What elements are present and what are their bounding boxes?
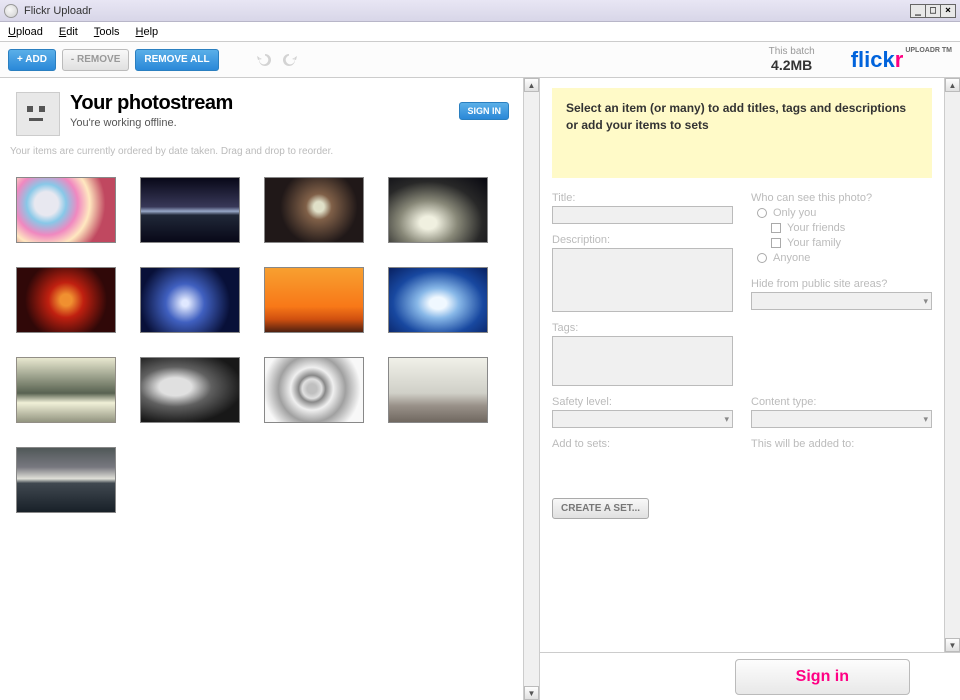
right-scrollbar[interactable]: ▲ ▼ <box>944 78 960 652</box>
thumbnail[interactable] <box>264 357 364 423</box>
tags-label: Tags: <box>552 322 733 334</box>
left-panel: Your photostream You're working offline.… <box>0 78 540 700</box>
scroll-down-icon[interactable]: ▼ <box>945 638 960 652</box>
photostream-title: Your photostream <box>70 92 233 115</box>
window-controls: _ □ × <box>911 4 956 18</box>
thumbnail[interactable] <box>388 267 488 333</box>
add-button[interactable]: + ADD <box>8 49 56 71</box>
thumbnail[interactable] <box>264 267 364 333</box>
privacy-friends[interactable]: Your friends <box>757 222 932 234</box>
hide-select[interactable] <box>751 292 932 310</box>
flickr-logo: flickrUPLOADR TM <box>851 47 952 73</box>
menu-upload[interactable]: Upload <box>8 26 43 38</box>
thumbnail[interactable] <box>140 357 240 423</box>
scroll-up-icon[interactable]: ▲ <box>524 78 539 92</box>
titlebar: Flickr Uploadr _ □ × <box>0 0 960 22</box>
menu-tools[interactable]: Tools <box>94 26 120 38</box>
remove-all-button[interactable]: REMOVE ALL <box>135 49 218 71</box>
safety-select[interactable] <box>552 410 733 428</box>
signin-button[interactable]: Sign in <box>735 659 910 695</box>
tags-input[interactable] <box>552 336 733 386</box>
menubar: Upload Edit Tools Help <box>0 22 960 42</box>
left-scrollbar[interactable]: ▲ ▼ <box>523 78 539 700</box>
footer: Sign in <box>540 652 960 700</box>
hide-label: Hide from public site areas? <box>751 278 932 290</box>
rotation-icons <box>255 51 299 69</box>
window-title: Flickr Uploadr <box>24 5 911 17</box>
menu-help[interactable]: Help <box>136 26 159 38</box>
privacy-anyone[interactable]: Anyone <box>757 252 932 264</box>
privacy-only-you[interactable]: Only you <box>757 207 932 219</box>
create-set-button[interactable]: CREATE A SET... <box>552 498 649 519</box>
toolbar: + ADD - REMOVE REMOVE ALL This batch 4.2… <box>0 42 960 78</box>
thumbnail[interactable] <box>264 177 364 243</box>
photostream-subtitle: You're working offline. <box>70 117 233 129</box>
scroll-up-icon[interactable]: ▲ <box>945 78 960 92</box>
rotate-left-icon[interactable] <box>255 51 275 69</box>
menu-edit[interactable]: Edit <box>59 26 78 38</box>
batch-info: This batch 4.2MB <box>769 46 815 73</box>
thumbnail[interactable] <box>16 357 116 423</box>
maximize-button[interactable]: □ <box>925 4 941 18</box>
thumbnail[interactable] <box>140 267 240 333</box>
info-banner: Select an item (or many) to add titles, … <box>552 88 932 178</box>
content-select[interactable] <box>751 410 932 428</box>
thumbnail[interactable] <box>140 177 240 243</box>
thumbnail[interactable] <box>16 177 116 243</box>
signin-small-button[interactable]: SIGN IN <box>459 102 509 120</box>
thumbnail[interactable] <box>388 357 488 423</box>
description-input[interactable] <box>552 248 733 312</box>
app-icon <box>4 4 18 18</box>
title-label: Title: <box>552 192 733 204</box>
privacy-label: Who can see this photo? <box>751 192 932 204</box>
privacy-family[interactable]: Your family <box>757 237 932 249</box>
reorder-hint: Your items are currently ordered by date… <box>0 140 523 167</box>
batch-label: This batch <box>769 46 815 57</box>
face-icon <box>16 92 60 136</box>
description-label: Description: <box>552 234 733 246</box>
thumbnail[interactable] <box>16 447 116 513</box>
thumbnail[interactable] <box>388 177 488 243</box>
right-panel: Select an item (or many) to add titles, … <box>540 78 960 700</box>
close-button[interactable]: × <box>940 4 956 18</box>
thumbnail-grid <box>0 167 523 523</box>
scroll-down-icon[interactable]: ▼ <box>524 686 539 700</box>
thumbnail[interactable] <box>16 267 116 333</box>
minimize-button[interactable]: _ <box>910 4 926 18</box>
rotate-right-icon[interactable] <box>279 51 299 69</box>
remove-button[interactable]: - REMOVE <box>62 49 129 71</box>
content-label: Content type: <box>751 396 932 408</box>
title-input[interactable] <box>552 206 733 224</box>
batch-size: 4.2MB <box>769 57 815 73</box>
addedto-label: This will be added to: <box>751 438 932 450</box>
safety-label: Safety level: <box>552 396 733 408</box>
main: Your photostream You're working offline.… <box>0 78 960 700</box>
addsets-label: Add to sets: <box>552 438 733 450</box>
photostream-header: Your photostream You're working offline.… <box>0 78 523 140</box>
